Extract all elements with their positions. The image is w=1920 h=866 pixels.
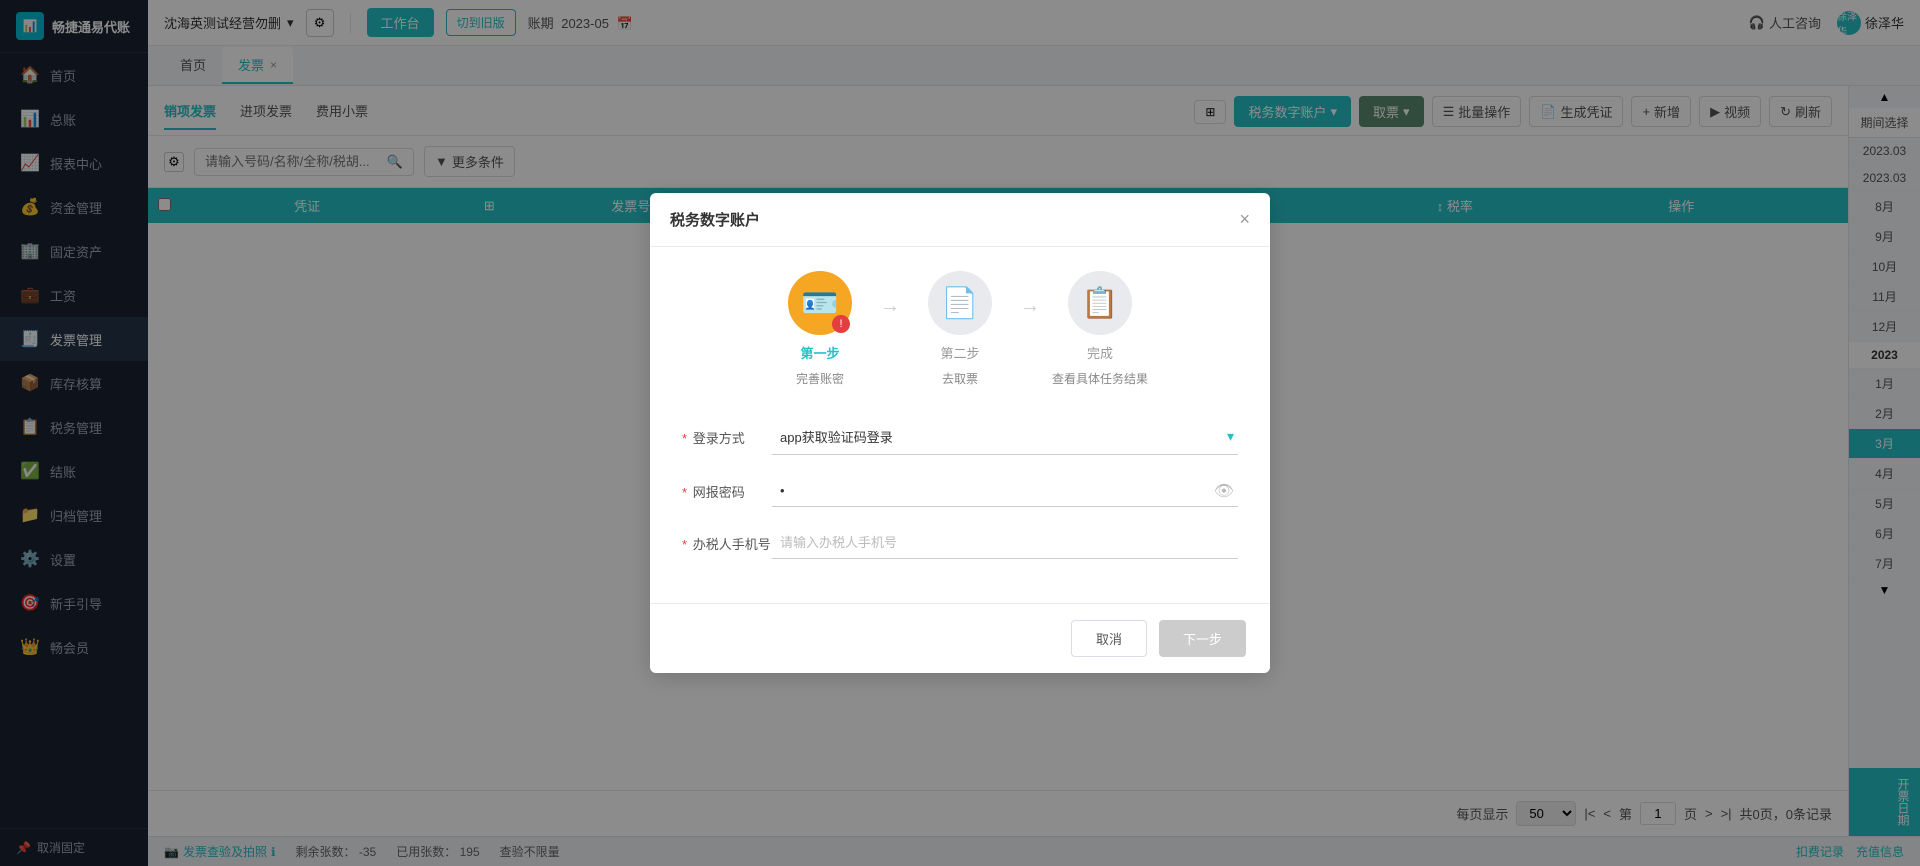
password-label: * 网报密码 bbox=[682, 482, 772, 501]
phone-input-wrap bbox=[772, 527, 1238, 559]
next-button[interactable]: 下一步 bbox=[1159, 620, 1246, 657]
login-method-select[interactable]: app获取验证码登录 ▾ bbox=[772, 419, 1238, 455]
step-3-icon: 📋 bbox=[1081, 286, 1118, 321]
phone-input[interactable] bbox=[772, 531, 1238, 554]
step-1-icon: 🪪 bbox=[801, 286, 838, 321]
modal-body: 🪪 ! 第一步 完善账密 → 📄 第二步 去取票 bbox=[650, 247, 1270, 603]
password-input[interactable] bbox=[772, 479, 1214, 502]
step-1-icon-wrap: 🪪 ! bbox=[788, 271, 852, 335]
cancel-button[interactable]: 取消 bbox=[1071, 620, 1147, 657]
step-2-title: 第二步 bbox=[940, 343, 979, 362]
login-method-value: app获取验证码登录 bbox=[772, 423, 1227, 450]
modal-title: 税务数字账户 bbox=[670, 209, 760, 230]
password-input-wrap: 👁 bbox=[772, 475, 1238, 507]
step-arrow-2: → bbox=[1020, 271, 1040, 318]
step-2: 📄 第二步 去取票 bbox=[900, 271, 1020, 387]
login-method-control: app获取验证码登录 ▾ bbox=[772, 419, 1238, 455]
form-row-password: * 网报密码 👁 bbox=[682, 475, 1238, 507]
form-row-phone: * 办税人手机号 bbox=[682, 527, 1238, 559]
step-1-badge: ! bbox=[832, 315, 850, 333]
step-3-desc: 查看具体任务结果 bbox=[1052, 370, 1148, 387]
modal-footer: 取消 下一步 bbox=[650, 603, 1270, 673]
modal-close-btn[interactable]: × bbox=[1239, 209, 1250, 230]
step-1-desc: 完善账密 bbox=[796, 370, 844, 387]
step-1: 🪪 ! 第一步 完善账密 bbox=[760, 271, 880, 387]
form-row-login-method: * 登录方式 app获取验证码登录 ▾ bbox=[682, 419, 1238, 455]
modal-header: 税务数字账户 × bbox=[650, 193, 1270, 247]
step-2-icon: 📄 bbox=[941, 286, 978, 321]
step-3-title: 完成 bbox=[1087, 343, 1113, 362]
phone-label: * 办税人手机号 bbox=[682, 534, 772, 553]
phone-control bbox=[772, 527, 1238, 559]
steps-indicator: 🪪 ! 第一步 完善账密 → 📄 第二步 去取票 bbox=[682, 271, 1238, 387]
step-2-icon-wrap: 📄 bbox=[928, 271, 992, 335]
login-method-arrow-icon: ▾ bbox=[1227, 428, 1238, 445]
login-method-label: * 登录方式 bbox=[682, 428, 772, 447]
step-3-icon-wrap: 📋 bbox=[1068, 271, 1132, 335]
modal-overlay: 税务数字账户 × 🪪 ! 第一步 完善账密 → bbox=[0, 0, 1920, 866]
eye-icon[interactable]: 👁 bbox=[1214, 481, 1238, 501]
step-3: 📋 完成 查看具体任务结果 bbox=[1040, 271, 1160, 387]
step-1-title: 第一步 bbox=[800, 343, 839, 362]
step-2-desc: 去取票 bbox=[942, 370, 978, 387]
password-control: 👁 bbox=[772, 475, 1238, 507]
step-arrow-1: → bbox=[880, 271, 900, 318]
tax-digital-account-modal: 税务数字账户 × 🪪 ! 第一步 完善账密 → bbox=[650, 193, 1270, 673]
